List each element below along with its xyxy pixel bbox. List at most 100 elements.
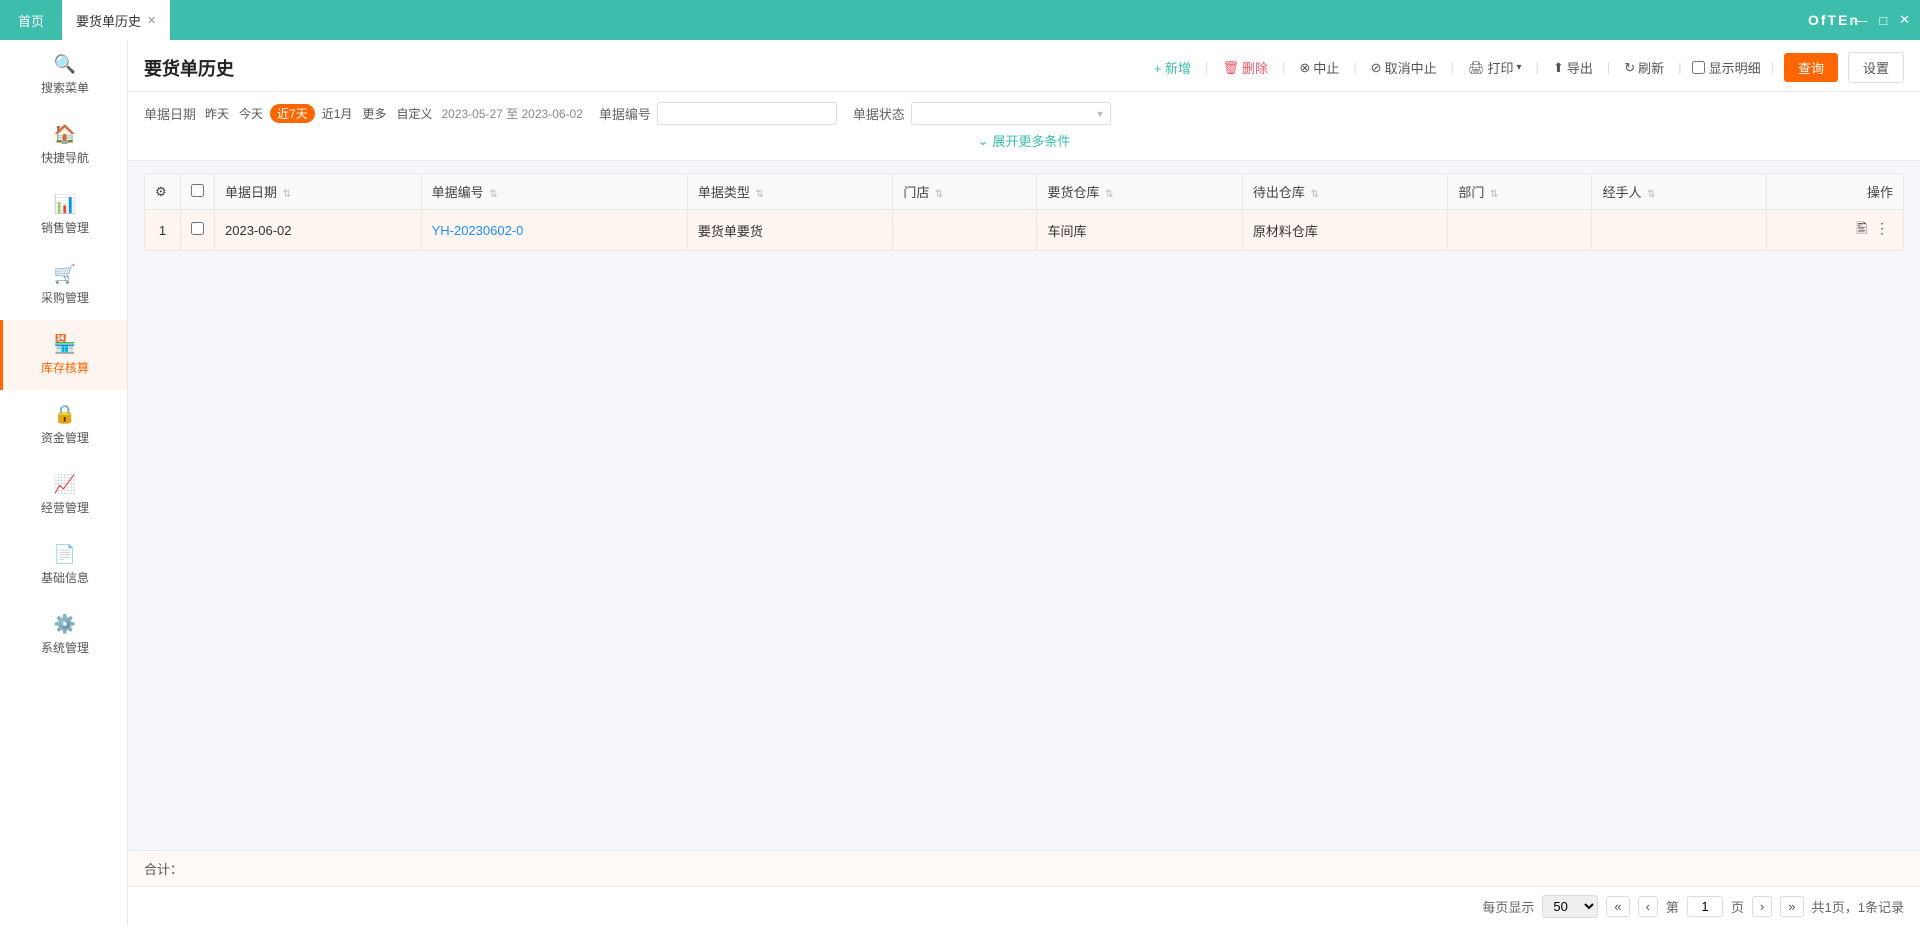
page-title: 要货单历史 (144, 55, 234, 81)
doc-number-input[interactable] (657, 102, 837, 125)
table-header-row: ⚙ 单据日期 ⇅ 单据编号 ⇅ (145, 174, 1904, 210)
quick-nav-icon: 🏠 (54, 124, 76, 145)
row-select-checkbox[interactable] (191, 222, 204, 235)
close-window-icon[interactable]: ✕ (1899, 12, 1910, 28)
refresh-button[interactable]: ↻ 刷新 (1620, 56, 1668, 79)
sort-pending-warehouse-icon[interactable]: ⇅ (1311, 189, 1319, 200)
query-button[interactable]: 查询 (1784, 53, 1838, 82)
shortcut-7days[interactable]: 近7天 (270, 104, 315, 123)
row-checkbox[interactable] (181, 210, 215, 251)
sort-doc-date-icon[interactable]: ⇅ (283, 189, 291, 200)
col-settings-icon[interactable]: ⚙ (155, 184, 167, 199)
col-store-label: 门店 (903, 185, 929, 200)
export-label: 导出 (1567, 58, 1593, 77)
operations-mgmt-icon: 📈 (54, 474, 76, 495)
status-dropdown-icon: ▾ (1097, 107, 1103, 120)
doc-number-link[interactable]: YH-20230602-0 (432, 223, 524, 238)
sort-doc-type-icon[interactable]: ⇅ (756, 189, 764, 200)
tab-purchase-history[interactable]: 要货单历史 ✕ (62, 0, 170, 40)
row-action-more-icon[interactable]: ⋮ (1875, 220, 1889, 236)
first-page-button[interactable]: « (1606, 896, 1629, 917)
stop-button[interactable]: ⊗ 中止 (1295, 56, 1343, 79)
page-number-input[interactable] (1687, 896, 1723, 917)
sidebar-item-system-mgmt[interactable]: ⚙️ 系统管理 (0, 600, 127, 670)
col-department-label: 部门 (1458, 185, 1484, 200)
sidebar-item-label: 快捷导航 (41, 149, 89, 166)
sidebar-item-search-menu[interactable]: 🔍 搜索菜单 (0, 40, 127, 110)
select-all-checkbox[interactable] (191, 184, 204, 197)
date-range-display: 2023-05-27 至 2023-06-02 (441, 105, 582, 122)
minimize-icon[interactable]: — (1854, 13, 1867, 28)
cancel-stop-label: 取消中止 (1385, 58, 1437, 77)
show-detail-checkbox[interactable] (1692, 61, 1705, 74)
row-doc-number[interactable]: YH-20230602-0 (421, 210, 687, 251)
col-department: 部门 ⇅ (1448, 174, 1592, 210)
sort-store-icon[interactable]: ⇅ (935, 189, 943, 200)
sidebar-item-basic-info[interactable]: 📄 基础信息 (0, 530, 127, 600)
shortcut-yesterday[interactable]: 昨天 (202, 104, 232, 123)
sidebar-item-finance-mgmt[interactable]: 🔒 资金管理 (0, 390, 127, 460)
col-doc-number-label: 单据编号 (432, 185, 484, 200)
sort-doc-number-icon[interactable]: ⇅ (489, 189, 497, 200)
purchase-mgmt-icon: 🛒 (54, 264, 76, 285)
col-checkbox-header[interactable] (181, 174, 215, 210)
per-page-select[interactable]: 50 20 100 (1542, 895, 1598, 918)
col-doc-type-label: 单据类型 (698, 185, 750, 200)
page-header: 要货单历史 + 新增 | 🗑 删除 | ⊗ 中止 | ⊘ 取消中止 | (128, 40, 1920, 92)
row-action-view-icon[interactable]: 🖺 (1856, 220, 1867, 236)
sidebar-item-operations-mgmt[interactable]: 📈 经营管理 (0, 460, 127, 530)
next-page-button[interactable]: › (1752, 896, 1772, 917)
sidebar: 🔍 搜索菜单 🏠 快捷导航 📊 销售管理 🛒 采购管理 🏪 库存核算 🔒 资金管… (0, 40, 128, 926)
expand-more-icon: ⌄ (978, 133, 989, 149)
doc-number-filter-group: 单据编号 (599, 102, 837, 125)
stop-label: 中止 (1313, 58, 1339, 77)
total-info: 共1页，1条记录 (1812, 897, 1904, 916)
sidebar-item-purchase-mgmt[interactable]: 🛒 采购管理 (0, 250, 127, 320)
shortcut-1month[interactable]: 近1月 (319, 104, 356, 123)
status-input[interactable] (911, 102, 1111, 125)
cancel-stop-icon: ⊘ (1371, 60, 1382, 76)
shortcut-custom[interactable]: 自定义 (393, 104, 435, 123)
export-button[interactable]: ⬆ 导出 (1549, 56, 1597, 79)
col-pending-warehouse-label: 待出仓库 (1253, 185, 1305, 200)
sales-mgmt-icon: 📊 (54, 194, 76, 215)
maximize-icon[interactable]: □ (1879, 13, 1887, 28)
shortcut-more[interactable]: 更多 (359, 104, 389, 123)
col-settings[interactable]: ⚙ (145, 174, 181, 210)
delete-label: 删除 (1242, 58, 1268, 77)
sidebar-item-sales-mgmt[interactable]: 📊 销售管理 (0, 180, 127, 250)
row-department (1448, 210, 1592, 251)
print-dropdown-icon: ▾ (1517, 62, 1522, 73)
shortcut-today[interactable]: 今天 (236, 104, 266, 123)
sort-handler-icon[interactable]: ⇅ (1647, 189, 1655, 200)
top-bar: 首页 要货单历史 ✕ OfTEn — □ ✕ (0, 0, 1920, 40)
export-icon: ⬆ (1553, 60, 1564, 76)
tab-home[interactable]: 首页 (0, 0, 62, 40)
col-doc-type: 单据类型 ⇅ (687, 174, 892, 210)
prev-page-button[interactable]: ‹ (1638, 896, 1658, 917)
show-detail-text: 显示明细 (1709, 58, 1761, 77)
top-bar-tabs: 首页 要货单历史 ✕ (0, 0, 170, 40)
sort-req-warehouse-icon[interactable]: ⇅ (1105, 189, 1113, 200)
sidebar-item-inventory[interactable]: 🏪 库存核算 (0, 320, 127, 390)
close-tab-icon[interactable]: ✕ (147, 14, 156, 27)
sort-department-icon[interactable]: ⇅ (1490, 189, 1498, 200)
expand-more-btn[interactable]: ⌄ 展开更多条件 (144, 131, 1904, 150)
doc-number-label: 单据编号 (599, 104, 651, 123)
refresh-label: 刷新 (1638, 58, 1664, 77)
show-detail-label[interactable]: 显示明细 (1692, 58, 1761, 77)
cancel-stop-button[interactable]: ⊘ 取消中止 (1367, 56, 1441, 79)
delete-button[interactable]: 🗑 删除 (1218, 56, 1272, 79)
col-doc-date-label: 单据日期 (225, 185, 277, 200)
print-button[interactable]: 🖨 打印 ▾ (1464, 56, 1526, 79)
new-button[interactable]: + 新增 (1150, 56, 1195, 79)
col-handler: 经手人 ⇅ (1592, 174, 1767, 210)
page-label: 第 (1666, 897, 1679, 916)
last-page-button[interactable]: » (1780, 896, 1803, 917)
sidebar-item-quick-nav[interactable]: 🏠 快捷导航 (0, 110, 127, 180)
row-action: 🖺 ⋮ (1767, 210, 1904, 251)
settings-button[interactable]: 设置 (1848, 52, 1904, 83)
row-num: 1 (145, 210, 181, 251)
print-icon: 🖨 (1468, 60, 1485, 76)
table-area: ⚙ 单据日期 ⇅ 单据编号 ⇅ (128, 161, 1920, 850)
